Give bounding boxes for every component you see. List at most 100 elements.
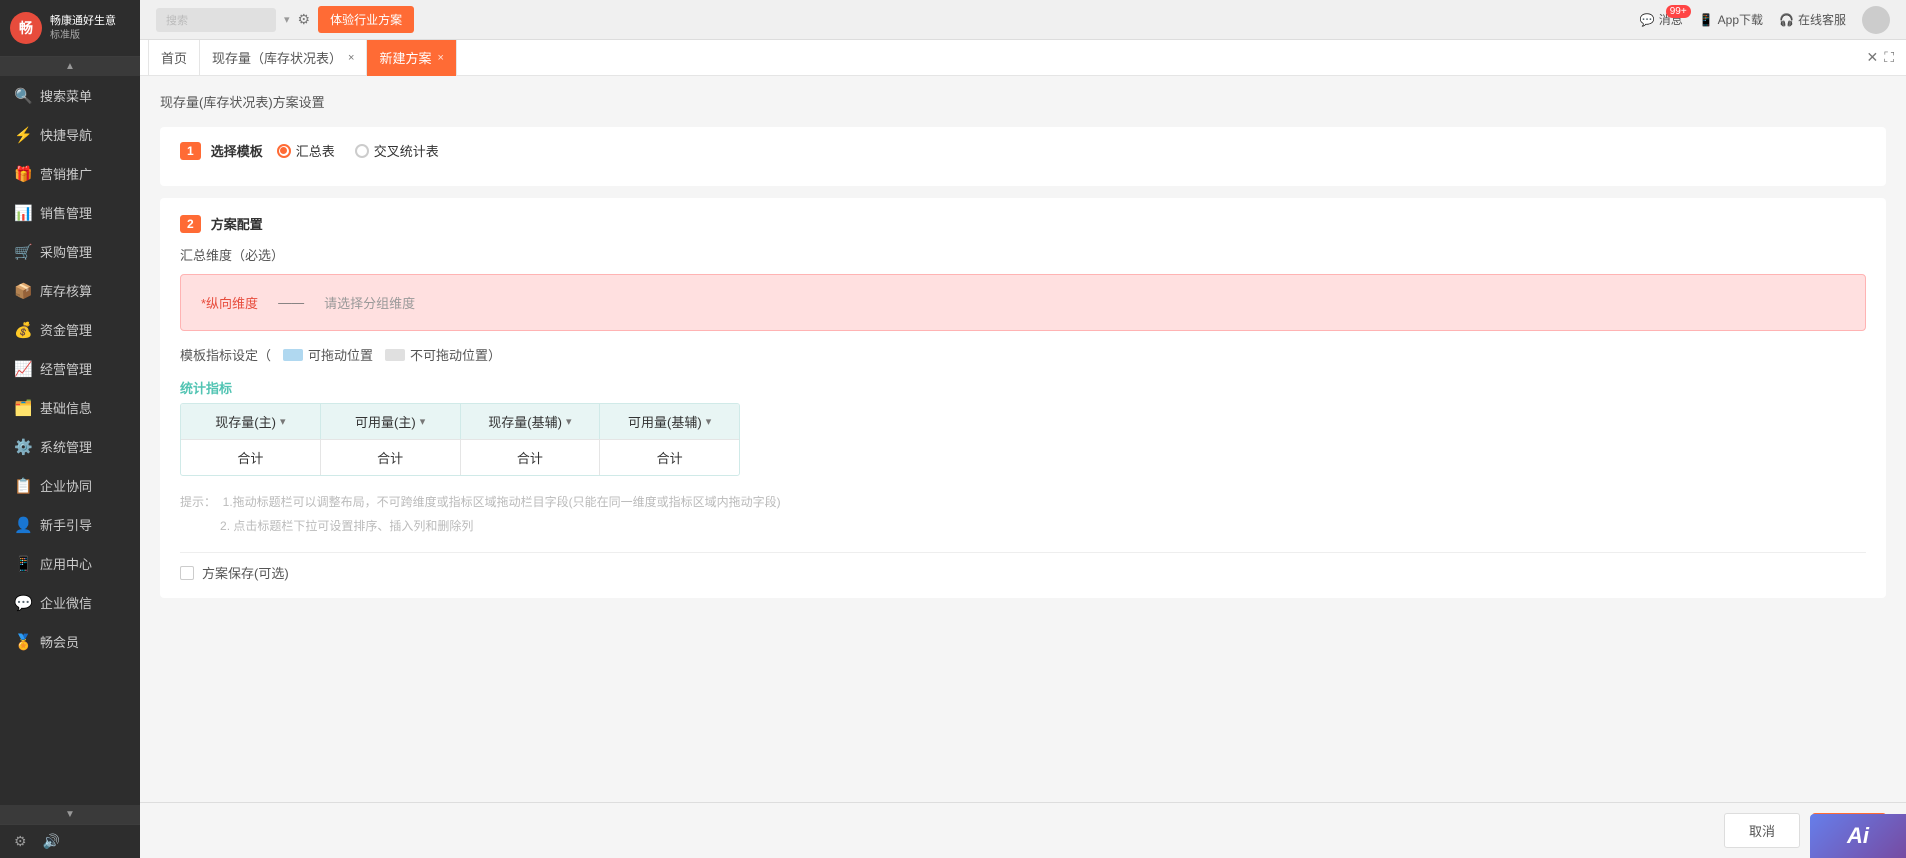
- radio-summary-circle: [277, 144, 291, 158]
- customer-service-item[interactable]: 🎧 在线客服: [1779, 11, 1846, 28]
- step1-section: 1 选择模板 汇总表 交叉统计表: [160, 127, 1886, 186]
- step2-section: 2 方案配置 汇总维度（必选） *纵向维度 —— 请选择分组维度 模板指标设定（…: [160, 198, 1886, 598]
- sidebar-item-wechat[interactable]: 💬 企业微信: [0, 583, 140, 622]
- operations-icon: 📈: [14, 360, 32, 378]
- stats-table: 现存量(主) ▾ 可用量(主) ▾ 现存量(基辅) ▾ 可用量(基辅) ▾: [180, 403, 740, 476]
- sidebar-label-finance: 资金管理: [40, 320, 92, 339]
- tab-inventory-label: 现存量（库存状况表）: [212, 48, 342, 67]
- sidebar-item-finance[interactable]: 💰 资金管理: [0, 310, 140, 349]
- tab-inventory[interactable]: 现存量（库存状况表） ×: [200, 40, 367, 76]
- sidebar-label-wechat: 企业微信: [40, 593, 92, 612]
- save-label: 方案保存(可选): [202, 563, 289, 582]
- app-icon: 📱: [1699, 13, 1714, 27]
- membership-icon: 🏅: [14, 633, 32, 651]
- system-icon: ⚙️: [14, 438, 32, 456]
- topbar-chevron-icon[interactable]: ▾: [284, 13, 290, 26]
- stats-col-1-chevron[interactable]: ▾: [280, 415, 286, 428]
- stats-col-3[interactable]: 现存量(基辅) ▾: [461, 404, 601, 439]
- sidebar-label-quicknav: 快捷导航: [40, 125, 92, 144]
- sidebar-label-membership: 畅会员: [40, 632, 79, 651]
- sales-icon: 📊: [14, 204, 32, 222]
- finance-icon: 💰: [14, 321, 32, 339]
- sidebar-item-newuser[interactable]: 👤 新手引导: [0, 505, 140, 544]
- sidebar-label-newuser: 新手引导: [40, 515, 92, 534]
- sidebar-item-membership[interactable]: 🏅 畅会员: [0, 622, 140, 661]
- drag-box: [283, 349, 303, 361]
- cancel-button[interactable]: 取消: [1724, 813, 1800, 848]
- logo-icon: 畅: [10, 12, 42, 44]
- sidebar-item-basicinfo[interactable]: 🗂️ 基础信息: [0, 388, 140, 427]
- hint-2-row: 2. 点击标题栏下拉可设置排序、插入列和删除列: [180, 514, 1866, 538]
- hint-2: 2. 点击标题栏下拉可设置排序、插入列和删除列: [220, 519, 473, 533]
- minimize-icon[interactable]: ✕: [1866, 49, 1878, 66]
- sidebar-item-inventory[interactable]: 📦 库存核算: [0, 271, 140, 310]
- sidebar-item-quicknav[interactable]: ⚡ 快捷导航: [0, 115, 140, 154]
- sidebar-item-operations[interactable]: 📈 经营管理: [0, 349, 140, 388]
- app-download-item[interactable]: 📱 App下载: [1699, 11, 1763, 28]
- radio-cross-circle: [355, 144, 369, 158]
- tab-new-plan-close[interactable]: ×: [437, 52, 443, 64]
- sidebar-item-contracts[interactable]: 📋 企业协同: [0, 466, 140, 505]
- stats-col-4-chevron[interactable]: ▾: [706, 415, 712, 428]
- stats-col-3-chevron[interactable]: ▾: [566, 415, 572, 428]
- quicknav-icon: ⚡: [14, 126, 32, 144]
- step2-header: 2 方案配置: [180, 214, 1866, 233]
- basicinfo-icon: 🗂️: [14, 399, 32, 417]
- draggable-label: 可拖动位置: [308, 345, 373, 364]
- dimension-box[interactable]: *纵向维度 —— 请选择分组维度: [180, 274, 1866, 331]
- sidebar-item-system[interactable]: ⚙️ 系统管理: [0, 427, 140, 466]
- stats-col-2-chevron[interactable]: ▾: [420, 415, 426, 428]
- radio-cross-label: 交叉统计表: [374, 141, 439, 160]
- sidebar-item-marketing[interactable]: 🎁 营销推广: [0, 154, 140, 193]
- tab-home[interactable]: 首页: [148, 40, 200, 76]
- stats-col-4[interactable]: 可用量(基辅) ▾: [600, 404, 739, 439]
- sidebar-item-purchase[interactable]: 🛒 采购管理: [0, 232, 140, 271]
- step1-header: 1 选择模板 汇总表 交叉统计表: [180, 141, 1866, 160]
- messages-item[interactable]: 💬 消息 99+: [1640, 11, 1683, 28]
- stats-col-2[interactable]: 可用量(主) ▾: [321, 404, 461, 439]
- sidebar-scroll-up[interactable]: ▲: [0, 57, 140, 76]
- stats-col-1[interactable]: 现存量(主) ▾: [181, 404, 321, 439]
- tab-inventory-close[interactable]: ×: [348, 52, 354, 64]
- tab-new-plan-label: 新建方案: [379, 48, 431, 67]
- purchase-icon: 🛒: [14, 243, 32, 261]
- topbar-gear-icon[interactable]: ⚙: [298, 11, 311, 28]
- sidebar-label-marketing: 营销推广: [40, 164, 92, 183]
- stats-cell-1: 合计: [181, 440, 321, 475]
- tab-home-label: 首页: [161, 48, 187, 67]
- sidebar-label-sales: 销售管理: [40, 203, 92, 222]
- radio-cross[interactable]: 交叉统计表: [355, 141, 439, 160]
- hints-area: 提示： 1.拖动标题栏可以调整布局，不可跨维度或指标区域拖动栏目字段(只能在同一…: [180, 490, 1866, 538]
- tab-new-plan[interactable]: 新建方案 ×: [367, 40, 456, 76]
- sidebar-item-sales[interactable]: 📊 销售管理: [0, 193, 140, 232]
- stats-col-1-label: 现存量(主): [215, 412, 276, 431]
- maximize-icon[interactable]: ⛶: [1884, 49, 1894, 66]
- user-avatar[interactable]: [1862, 6, 1890, 34]
- inventory-icon: 📦: [14, 282, 32, 300]
- logo-text: 畅康通好生意 标准版: [50, 14, 116, 41]
- dimension-required-label: *纵向维度: [201, 293, 258, 312]
- sidebar-item-search[interactable]: 🔍 搜索菜单: [0, 76, 140, 115]
- sidebar-label-operations: 经营管理: [40, 359, 92, 378]
- stats-cell-4: 合计: [600, 440, 739, 475]
- sidebar-footer: ⚙ 🔊: [0, 824, 140, 858]
- stats-label: 统计指标: [180, 378, 1866, 397]
- contracts-icon: 📋: [14, 477, 32, 495]
- save-checkbox[interactable]: [180, 566, 194, 580]
- sidebar-item-appcenter[interactable]: 📱 应用中心: [0, 544, 140, 583]
- radio-summary[interactable]: 汇总表: [277, 141, 335, 160]
- footer: 取消 查询: [140, 802, 1906, 858]
- tab-resize-controls: ✕ ⛶: [1866, 49, 1898, 66]
- settings-icon[interactable]: ⚙: [14, 833, 27, 850]
- trial-plan-button[interactable]: 体验行业方案: [318, 6, 414, 33]
- audio-icon[interactable]: 🔊: [43, 833, 60, 850]
- step1-title: 选择模板: [211, 141, 263, 160]
- stats-body-row: 合计 合计 合计 合计: [181, 439, 739, 475]
- sidebar-label-inventory: 库存核算: [40, 281, 92, 300]
- ai-badge[interactable]: Ai: [1810, 814, 1906, 858]
- app-edition: 标准版: [50, 29, 116, 42]
- sidebar-scroll-down[interactable]: ▼: [0, 805, 140, 824]
- sidebar-logo: 畅 畅康通好生意 标准版: [0, 0, 140, 57]
- topbar-search-text: 搜索: [166, 12, 188, 28]
- app-name: 畅康通好生意: [50, 14, 116, 28]
